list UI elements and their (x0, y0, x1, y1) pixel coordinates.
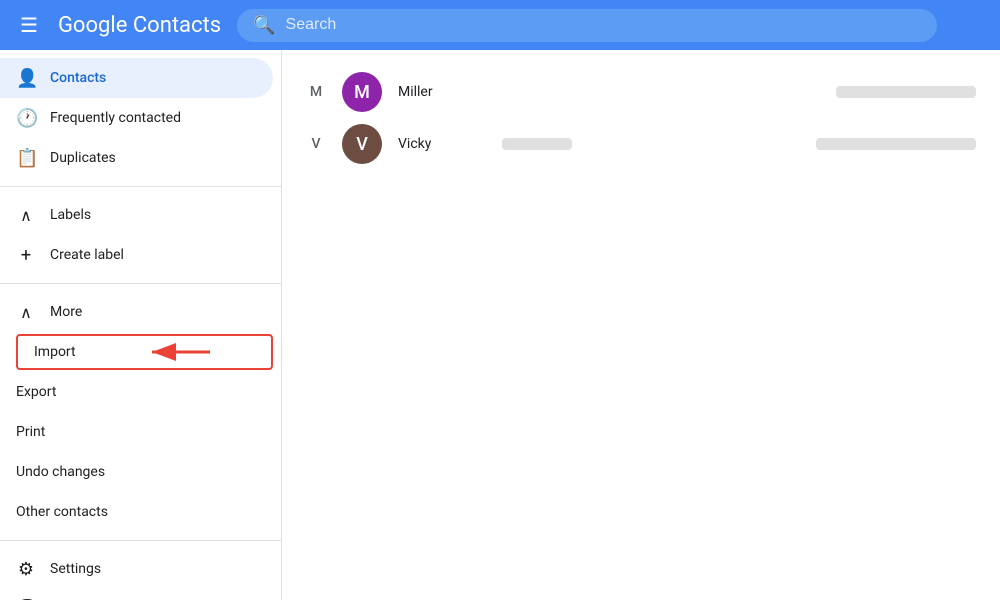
sidebar-more-header[interactable]: ∧ More (0, 292, 281, 332)
sidebar-undo-label: Undo changes (16, 464, 105, 480)
contacts-icon: 👤 (16, 68, 36, 89)
sidebar-import-label: Import (34, 344, 76, 360)
import-arrow (80, 340, 220, 364)
sidebar-item-undo[interactable]: Undo changes (0, 452, 273, 492)
contact-letter: V (306, 136, 326, 152)
contact-email-blur (816, 138, 976, 150)
sidebar-labels-label: Labels (50, 207, 91, 223)
search-input[interactable] (286, 16, 922, 34)
header: ☰ Google Contacts 🔍 (0, 0, 1000, 50)
plus-icon: + (16, 245, 36, 266)
sidebar: 👤 Contacts 🕐 Frequently contacted 📋 Dupl… (0, 50, 282, 600)
chevron-up-icon: ∧ (16, 206, 36, 225)
avatar: V (342, 124, 382, 164)
sidebar-item-other[interactable]: Other contacts (0, 492, 273, 532)
search-bar[interactable]: 🔍 (237, 9, 937, 42)
sidebar-item-feedback[interactable]: 💬 Send feedback (0, 589, 273, 600)
copy-icon: 📋 (16, 148, 36, 169)
avatar: M (342, 72, 382, 112)
sidebar-item-duplicates[interactable]: 📋 Duplicates (0, 138, 273, 178)
contact-list: M M Miller V V Vicky (282, 50, 1000, 186)
divider-3 (0, 540, 281, 541)
contact-email-blur-short (502, 138, 572, 150)
table-row[interactable]: V V Vicky (282, 118, 1000, 170)
sidebar-item-frequently[interactable]: 🕐 Frequently contacted (0, 98, 273, 138)
sidebar-item-print[interactable]: Print (0, 412, 273, 452)
sidebar-contacts-label: Contacts (50, 70, 106, 86)
sidebar-more-label: More (50, 304, 82, 320)
contact-name: Vicky (398, 136, 478, 152)
sidebar-frequently-label: Frequently contacted (50, 110, 181, 126)
sidebar-other-label: Other contacts (16, 504, 108, 520)
table-row[interactable]: M M Miller (282, 66, 1000, 118)
search-icon: 🔍 (253, 15, 275, 36)
contact-name: Miller (398, 84, 478, 100)
sidebar-duplicates-label: Duplicates (50, 150, 116, 166)
sidebar-export-label: Export (16, 384, 56, 400)
sidebar-settings-label: Settings (50, 561, 101, 577)
gear-icon: ⚙ (16, 559, 36, 580)
contact-letter: M (306, 84, 326, 100)
layout: 👤 Contacts 🕐 Frequently contacted 📋 Dupl… (0, 50, 1000, 600)
sidebar-item-create-label[interactable]: + Create label (0, 235, 273, 275)
chevron-up-icon-2: ∧ (16, 303, 36, 322)
sidebar-item-contacts[interactable]: 👤 Contacts (0, 58, 273, 98)
app-title: Google Contacts (58, 13, 221, 38)
sidebar-create-label-label: Create label (50, 247, 124, 263)
sidebar-print-label: Print (16, 424, 45, 440)
main-content: M M Miller V V Vicky (282, 50, 1000, 600)
divider-2 (0, 283, 281, 284)
divider-1 (0, 186, 281, 187)
contact-email-blur (836, 86, 976, 98)
sidebar-item-settings[interactable]: ⚙ Settings (0, 549, 273, 589)
clock-icon: 🕐 (16, 108, 36, 129)
sidebar-item-export[interactable]: Export (0, 372, 273, 412)
sidebar-labels-header[interactable]: ∧ Labels (0, 195, 281, 235)
menu-icon[interactable]: ☰ (16, 9, 42, 41)
